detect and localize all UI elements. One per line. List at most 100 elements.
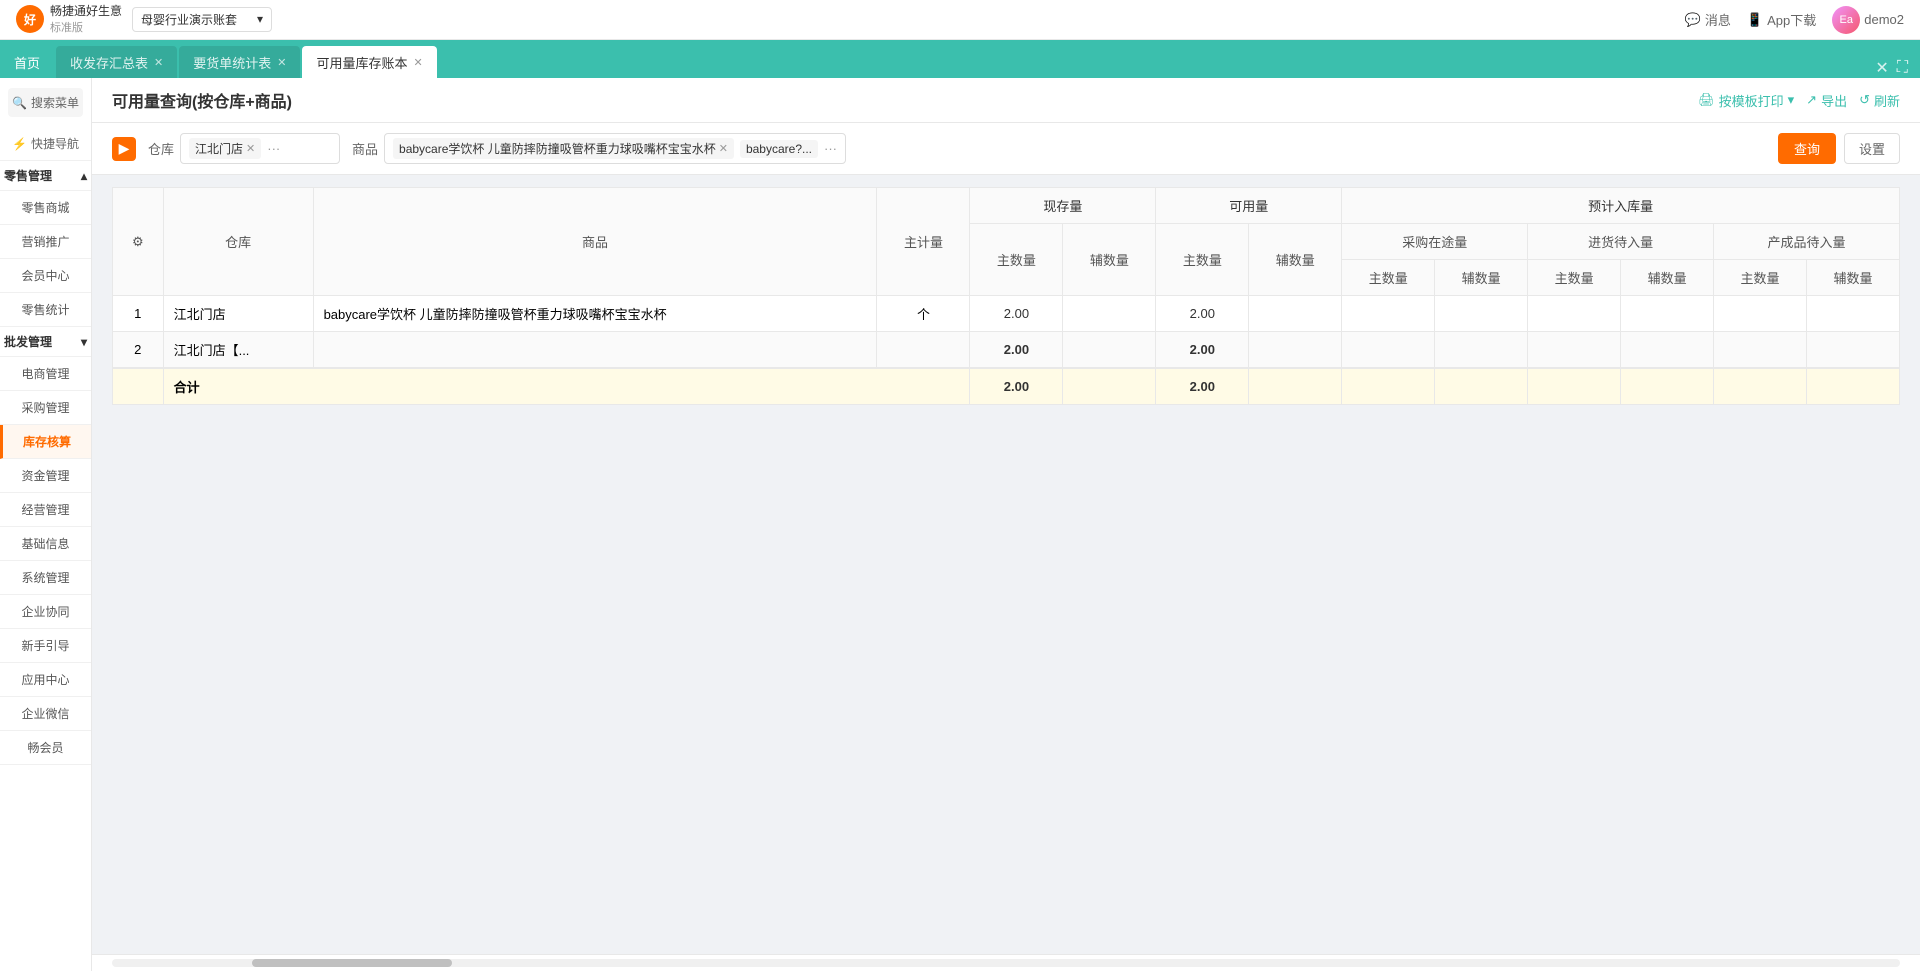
chevron-down-icon: ▾ — [257, 12, 263, 26]
row-gp-main — [1528, 332, 1621, 369]
summary-label: 合计 — [163, 368, 970, 405]
close-icon[interactable]: ✕ — [277, 56, 286, 69]
warehouse-filter: 仓库 江北门店 ✕ ··· — [148, 133, 340, 164]
message-icon: 💬 — [1685, 12, 1701, 28]
row-current-main: 2.00 — [970, 332, 1063, 369]
tab-available-inventory[interactable]: 可用量库存账本 ✕ — [302, 46, 436, 78]
product-more-icon[interactable]: ··· — [824, 141, 837, 156]
gp-aux-header: 辅数量 — [1621, 260, 1714, 296]
warehouse-col-header: 仓库 — [163, 188, 313, 296]
sidebar-item-finance-mgmt[interactable]: 资金管理 — [0, 459, 91, 493]
tab-receive-summary[interactable]: 收发存汇总表 ✕ — [56, 46, 177, 78]
row-pt-main — [1342, 332, 1435, 369]
table-area: ⚙ 仓库 商品 主计量 现存量 可用量 预计入库量 主数量 辅数量 主数量 辅数… — [92, 175, 1920, 954]
content-area: 可用量查询(按仓库+商品) 🖨 按模板打印 ▾ ↗ 导出 ↺ 刷新 ▶ — [92, 78, 1920, 971]
row-warehouse: 江北门店 — [163, 296, 313, 332]
product-filter: 商品 babycare学饮杯 儿童防摔防撞吸管杯重力球吸嘴杯宝宝水杯 ✕ bab… — [352, 133, 846, 164]
search-icon: 🔍 — [12, 96, 27, 110]
sidebar-item-retail-mgmt[interactable]: 零售管理 ▴ — [0, 161, 91, 191]
sidebar-item-member-center[interactable]: 会员中心 — [0, 259, 91, 293]
row-current-aux — [1063, 296, 1156, 332]
sidebar-item-enterprise-collab[interactable]: 企业协同 — [0, 595, 91, 629]
product-input[interactable]: babycare学饮杯 儿童防摔防撞吸管杯重力球吸嘴杯宝宝水杯 ✕ babyca… — [384, 133, 846, 164]
lightning-icon: ⚡ — [12, 137, 27, 151]
tab-home[interactable]: 首页 — [0, 46, 54, 78]
industry-selector[interactable]: 母婴行业演示账套 ▾ — [132, 7, 272, 32]
product-tag-2: babycare?... — [740, 140, 818, 158]
sidebar-item-new-guide[interactable]: 新手引导 — [0, 629, 91, 663]
sidebar-item-app-center[interactable]: 应用中心 — [0, 663, 91, 697]
scroll-thumb[interactable] — [252, 959, 452, 967]
remove-warehouse-btn[interactable]: ✕ — [246, 142, 255, 155]
export-btn[interactable]: ↗ 导出 — [1806, 91, 1847, 110]
sidebar-item-retail-stats[interactable]: 零售统计 — [0, 293, 91, 327]
goods-pending-header: 进货待入量 — [1528, 224, 1714, 260]
maximize-btn[interactable]: ⛶ — [1897, 59, 1908, 77]
warehouse-input[interactable]: 江北门店 ✕ ··· — [180, 133, 340, 164]
sidebar-item-purchase-mgmt[interactable]: 采购管理 — [0, 391, 91, 425]
user-profile-btn[interactable]: Ea demo2 — [1832, 6, 1904, 34]
filter-area: ▶ 仓库 江北门店 ✕ ··· 商品 babycare学饮杯 儿童防摔防撞吸管杯… — [92, 123, 1920, 175]
row-main-unit: 个 — [877, 296, 970, 332]
sidebar-item-ecommerce[interactable]: 电商管理 — [0, 357, 91, 391]
row-pp-aux — [1807, 296, 1900, 332]
sidebar-item-enterprise-wechat[interactable]: 企业微信 — [0, 697, 91, 731]
more-options-icon[interactable]: ··· — [267, 141, 280, 156]
row-available-aux — [1249, 332, 1342, 369]
warehouse-tag: 江北门店 ✕ — [189, 138, 261, 159]
pt-main-header: 主数量 — [1342, 260, 1435, 296]
current-stock-group-header: 现存量 — [970, 188, 1156, 224]
tab-order-stats[interactable]: 要货单统计表 ✕ — [179, 46, 300, 78]
summary-row: 合计 2.00 2.00 — [113, 368, 1900, 405]
sidebar-item-business-mgmt[interactable]: 经营管理 — [0, 493, 91, 527]
sidebar-item-inventory-check[interactable]: 库存核算 — [0, 425, 91, 459]
quick-nav-btn[interactable]: ⚡ 快捷导航 — [0, 127, 91, 161]
print-icon: 🖨 — [1698, 92, 1715, 108]
query-btn[interactable]: 查询 — [1778, 133, 1836, 164]
refresh-btn[interactable]: ↺ 刷新 — [1859, 91, 1900, 110]
expand-filter-btn[interactable]: ▶ — [112, 137, 136, 161]
summary-current-aux — [1063, 368, 1156, 405]
search-menu-btn[interactable]: 🔍 零售管理 搜索菜单 — [8, 88, 83, 117]
message-btn[interactable]: 💬 消息 — [1685, 10, 1731, 29]
app-download-btn[interactable]: 📱 App下载 — [1747, 10, 1816, 29]
row-product: babycare学饮杯 儿童防摔防撞吸管杯重力球吸嘴杯宝宝水杯 — [313, 296, 877, 332]
predicted-in-group-header: 预计入库量 — [1342, 188, 1900, 224]
summary-gp-aux — [1621, 368, 1714, 405]
close-all-tabs-btn[interactable]: ✕ — [1875, 58, 1888, 78]
pp-main-header: 主数量 — [1714, 260, 1807, 296]
sidebar-item-basic-info[interactable]: 基础信息 — [0, 527, 91, 561]
top-bar: 好 畅捷通好生意 标准版 母婴行业演示账套 ▾ 💬 消息 📱 App下载 Ea … — [0, 0, 1920, 40]
summary-gp-main — [1528, 368, 1621, 405]
sidebar-item-system-mgmt[interactable]: 系统管理 — [0, 561, 91, 595]
summary-available-main: 2.00 — [1156, 368, 1249, 405]
row-available-aux — [1249, 296, 1342, 332]
page-actions: 🖨 按模板打印 ▾ ↗ 导出 ↺ 刷新 — [1698, 91, 1900, 110]
close-icon[interactable]: ✕ — [154, 56, 163, 69]
horizontal-scrollbar[interactable] — [92, 954, 1920, 971]
sidebar-item-wholesale-mgmt[interactable]: 批发管理 ▾ — [0, 327, 91, 357]
logo-icon: 好 — [16, 5, 44, 33]
sidebar-item-marketing[interactable]: 营销推广 — [0, 225, 91, 259]
row-product — [313, 332, 877, 369]
available-main-qty-header: 主数量 — [1156, 224, 1249, 296]
available-group-header: 可用量 — [1156, 188, 1342, 224]
sidebar-item-vip-member[interactable]: 畅会员 — [0, 731, 91, 765]
app-icon: 📱 — [1747, 12, 1763, 28]
scroll-track — [112, 959, 1900, 967]
remove-product1-btn[interactable]: ✕ — [719, 142, 728, 155]
chevron-down-icon: ▾ — [81, 335, 87, 349]
row-available-main: 2.00 — [1156, 296, 1249, 332]
row-gp-main — [1528, 296, 1621, 332]
sidebar-item-retail-shop[interactable]: 零售商城 — [0, 191, 91, 225]
product-label: 商品 — [352, 139, 378, 158]
sidebar: 🔍 零售管理 搜索菜单 ⚡ 快捷导航 零售管理 ▴ 零售商城 营销推广 会员中心… — [0, 78, 92, 971]
setting-btn[interactable]: 设置 — [1844, 133, 1900, 164]
current-main-qty-header: 主数量 — [970, 224, 1063, 296]
print-btn[interactable]: 🖨 按模板打印 ▾ — [1698, 91, 1794, 110]
close-icon[interactable]: ✕ — [414, 56, 423, 69]
summary-empty1 — [113, 368, 164, 405]
tabs-actions: ✕ ⛶ — [1863, 58, 1920, 78]
row-pt-aux — [1435, 296, 1528, 332]
refresh-icon: ↺ — [1859, 92, 1870, 108]
